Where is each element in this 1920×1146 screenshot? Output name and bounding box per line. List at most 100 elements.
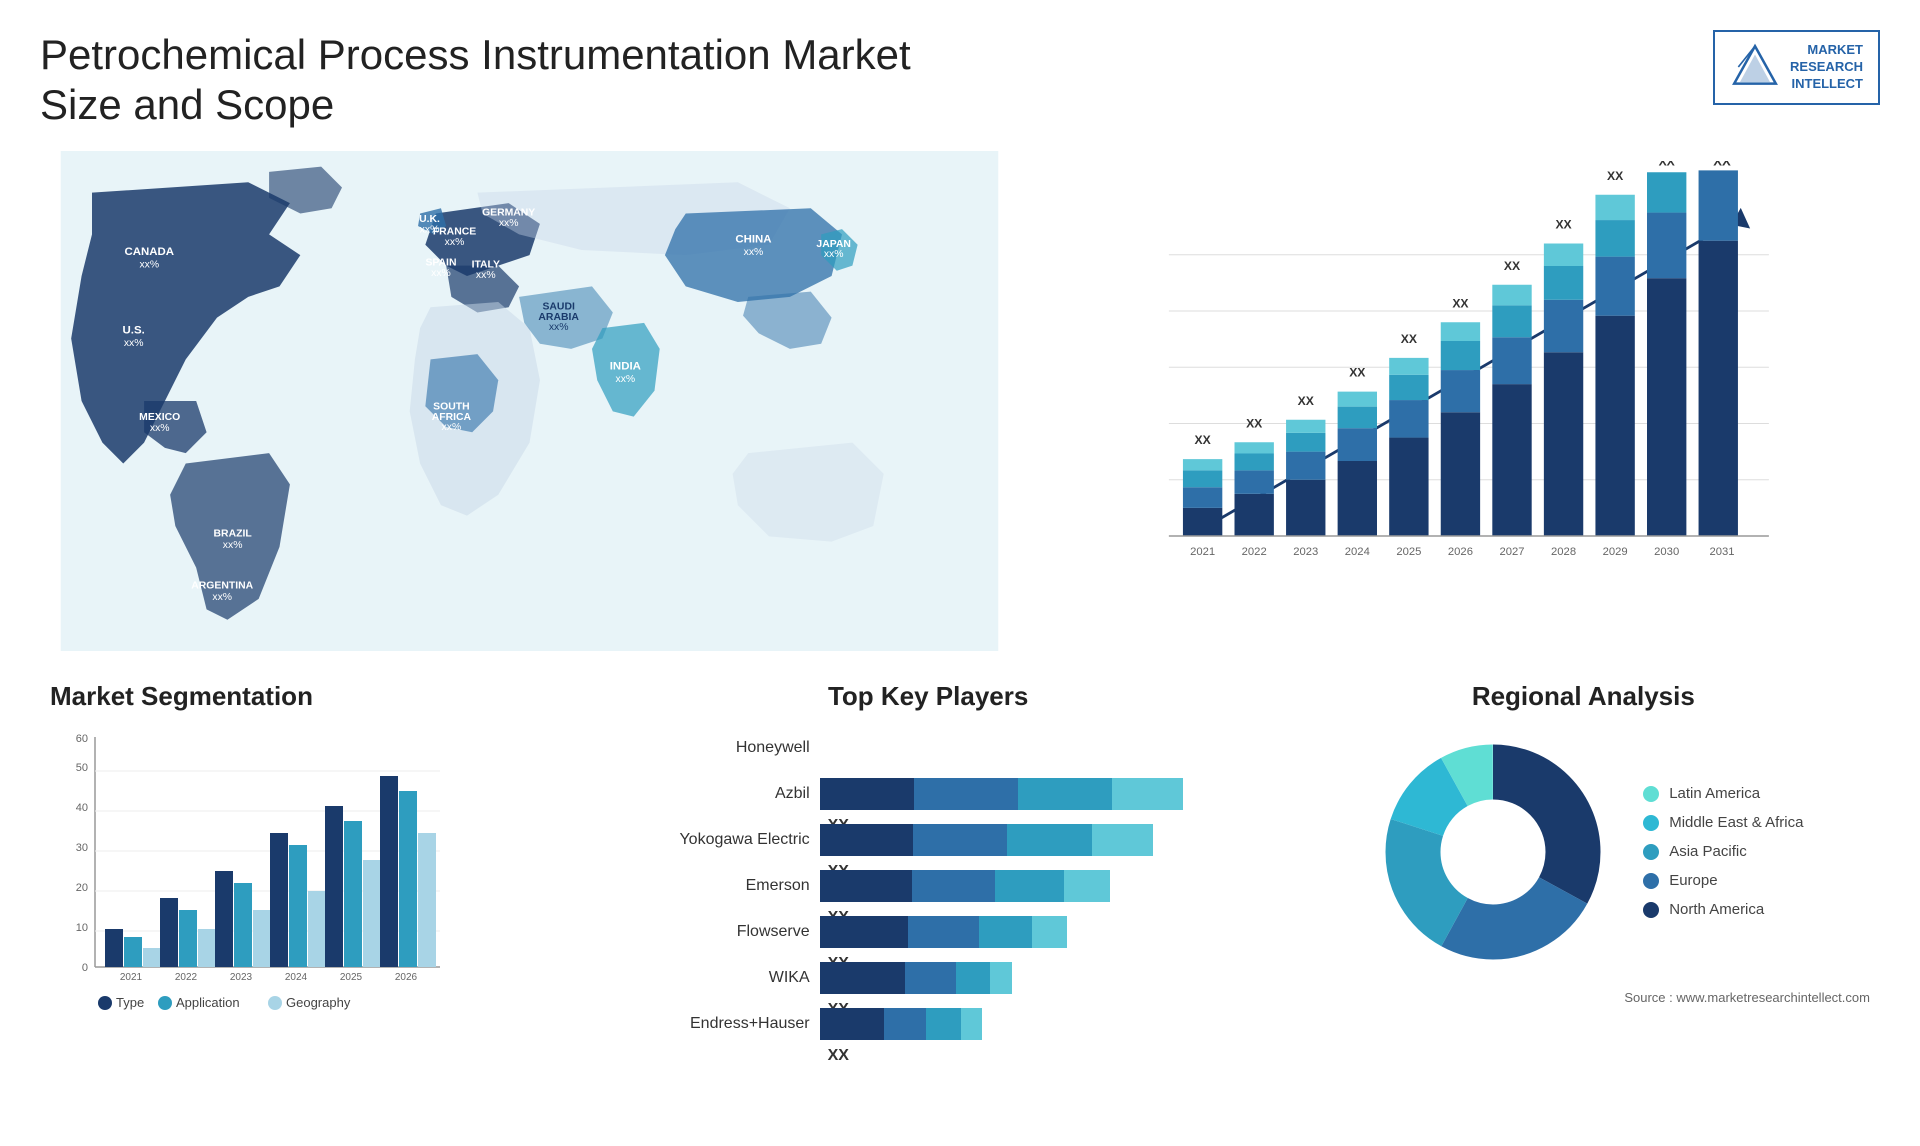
source-text: Source : www.marketresearchintellect.com — [1297, 990, 1870, 1005]
legend-label-latin: Latin America — [1669, 785, 1760, 802]
legend-dot-apac — [1643, 844, 1659, 860]
svg-text:xx%: xx% — [139, 259, 159, 270]
legend-item-apac: Asia Pacific — [1643, 843, 1803, 860]
player-name: Yokogawa Electric — [610, 831, 810, 849]
svg-text:2026: 2026 — [1448, 546, 1473, 558]
growth-chart-svg: XX 2021 XX 2022 XX 2023 — [1059, 161, 1860, 611]
svg-text:BRAZIL: BRAZIL — [214, 528, 253, 539]
svg-text:xx%: xx% — [499, 218, 519, 229]
svg-text:2027: 2027 — [1499, 546, 1524, 558]
svg-text:ITALY: ITALY — [472, 259, 500, 270]
player-name: Honeywell — [610, 739, 810, 757]
svg-text:20: 20 — [76, 882, 88, 894]
svg-text:40: 40 — [76, 802, 88, 814]
svg-text:CHINA: CHINA — [735, 233, 771, 245]
player-name: Emerson — [610, 877, 810, 895]
svg-text:SPAIN: SPAIN — [425, 257, 456, 268]
svg-text:XX: XX — [1659, 161, 1676, 169]
svg-text:2029: 2029 — [1603, 546, 1628, 558]
svg-text:SAUDI: SAUDI — [542, 301, 574, 312]
regional-title: Regional Analysis — [1297, 681, 1870, 712]
svg-text:2022: 2022 — [175, 972, 198, 983]
svg-text:Geography: Geography — [286, 995, 351, 1010]
svg-text:CANADA: CANADA — [125, 246, 175, 258]
svg-text:Application: Application — [176, 995, 240, 1010]
svg-text:60: 60 — [76, 733, 88, 745]
svg-text:xx%: xx% — [431, 268, 451, 279]
legend-dot-europe — [1643, 873, 1659, 889]
bottom-section: Market Segmentation 0 10 20 30 40 50 60 — [40, 681, 1880, 1101]
svg-text:XX: XX — [1607, 169, 1624, 183]
regional-section: Regional Analysis — [1287, 681, 1880, 1101]
legend-label-mea: Middle East & Africa — [1669, 814, 1803, 831]
svg-text:xx%: xx% — [549, 322, 569, 333]
player-row-endress: Endress+Hauser XX — [610, 1008, 1247, 1040]
players-section: Top Key Players Honeywell Azbil — [590, 681, 1267, 1101]
segmentation-section: Market Segmentation 0 10 20 30 40 50 60 — [40, 681, 570, 1101]
player-bar-wrap: XX — [820, 962, 1247, 994]
svg-text:FRANCE: FRANCE — [433, 226, 476, 237]
svg-text:GERMANY: GERMANY — [482, 207, 535, 218]
player-value: XX — [828, 1047, 849, 1064]
segmentation-title: Market Segmentation — [50, 681, 560, 712]
page-title: Petrochemical Process Instrumentation Ma… — [40, 30, 940, 131]
svg-text:xx%: xx% — [476, 270, 496, 281]
logo: MARKET RESEARCH INTELLECT — [1713, 30, 1880, 105]
svg-text:XX: XX — [1298, 394, 1315, 408]
legend-item-mea: Middle East & Africa — [1643, 814, 1803, 831]
player-row-azbil: Azbil XX — [610, 778, 1247, 810]
svg-text:2023: 2023 — [230, 972, 253, 983]
logo-icon — [1730, 42, 1780, 92]
player-bar-wrap: XX — [820, 778, 1247, 810]
legend-label-na: North America — [1669, 901, 1764, 918]
legend-item-europe: Europe — [1643, 872, 1803, 889]
svg-text:30: 30 — [76, 842, 88, 854]
svg-text:XX: XX — [1452, 296, 1469, 310]
svg-text:ARABIA: ARABIA — [538, 312, 579, 323]
legend-item-na: North America — [1643, 901, 1803, 918]
legend-dot-na — [1643, 902, 1659, 918]
player-row-flowserve: Flowserve XX — [610, 916, 1247, 948]
svg-text:XX: XX — [1195, 433, 1212, 447]
legend-dot-latin — [1643, 786, 1659, 802]
donut-chart-svg — [1363, 722, 1623, 982]
segmentation-chart-svg: 0 10 20 30 40 50 60 2021 — [50, 727, 470, 1027]
svg-text:2021: 2021 — [1190, 546, 1215, 558]
svg-text:XX: XX — [1401, 332, 1418, 346]
player-bar-wrap: XX — [820, 1008, 1247, 1040]
svg-text:50: 50 — [76, 762, 88, 774]
player-name: Endress+Hauser — [610, 1015, 810, 1033]
map-container: CANADA xx% U.S. xx% MEXICO xx% BRAZIL xx… — [40, 151, 1019, 651]
svg-text:xx%: xx% — [223, 540, 243, 551]
svg-text:AFRICA: AFRICA — [432, 412, 472, 423]
player-name: Azbil — [610, 785, 810, 803]
svg-text:XX: XX — [1555, 217, 1572, 231]
svg-text:2030: 2030 — [1654, 546, 1679, 558]
player-row-yokogawa: Yokogawa Electric XX — [610, 824, 1247, 856]
svg-text:2022: 2022 — [1242, 546, 1267, 558]
svg-text:xx%: xx% — [824, 249, 844, 260]
svg-text:2025: 2025 — [1396, 546, 1421, 558]
regional-legend: Latin America Middle East & Africa Asia … — [1643, 785, 1803, 918]
top-section: CANADA xx% U.S. xx% MEXICO xx% BRAZIL xx… — [40, 151, 1880, 651]
header: Petrochemical Process Instrumentation Ma… — [40, 30, 1880, 131]
svg-text:xx%: xx% — [150, 423, 170, 434]
svg-text:ARGENTINA: ARGENTINA — [191, 580, 253, 591]
svg-text:SOUTH: SOUTH — [433, 401, 469, 412]
svg-text:XX: XX — [1246, 416, 1263, 430]
player-name: Flowserve — [610, 923, 810, 941]
svg-text:xx%: xx% — [445, 237, 465, 248]
svg-text:2026: 2026 — [395, 972, 418, 983]
svg-text:2028: 2028 — [1551, 546, 1576, 558]
player-bar-wrap: XX — [820, 824, 1247, 856]
svg-text:MEXICO: MEXICO — [139, 412, 180, 423]
svg-text:2024: 2024 — [285, 972, 308, 983]
legend-label-apac: Asia Pacific — [1669, 843, 1747, 860]
svg-text:10: 10 — [76, 922, 88, 934]
legend-item-latin: Latin America — [1643, 785, 1803, 802]
svg-text:2025: 2025 — [340, 972, 363, 983]
svg-text:2021: 2021 — [120, 972, 143, 983]
player-row-wika: WIKA XX — [610, 962, 1247, 994]
logo-text: MARKET RESEARCH INTELLECT — [1790, 42, 1863, 93]
svg-text:2031: 2031 — [1709, 546, 1734, 558]
